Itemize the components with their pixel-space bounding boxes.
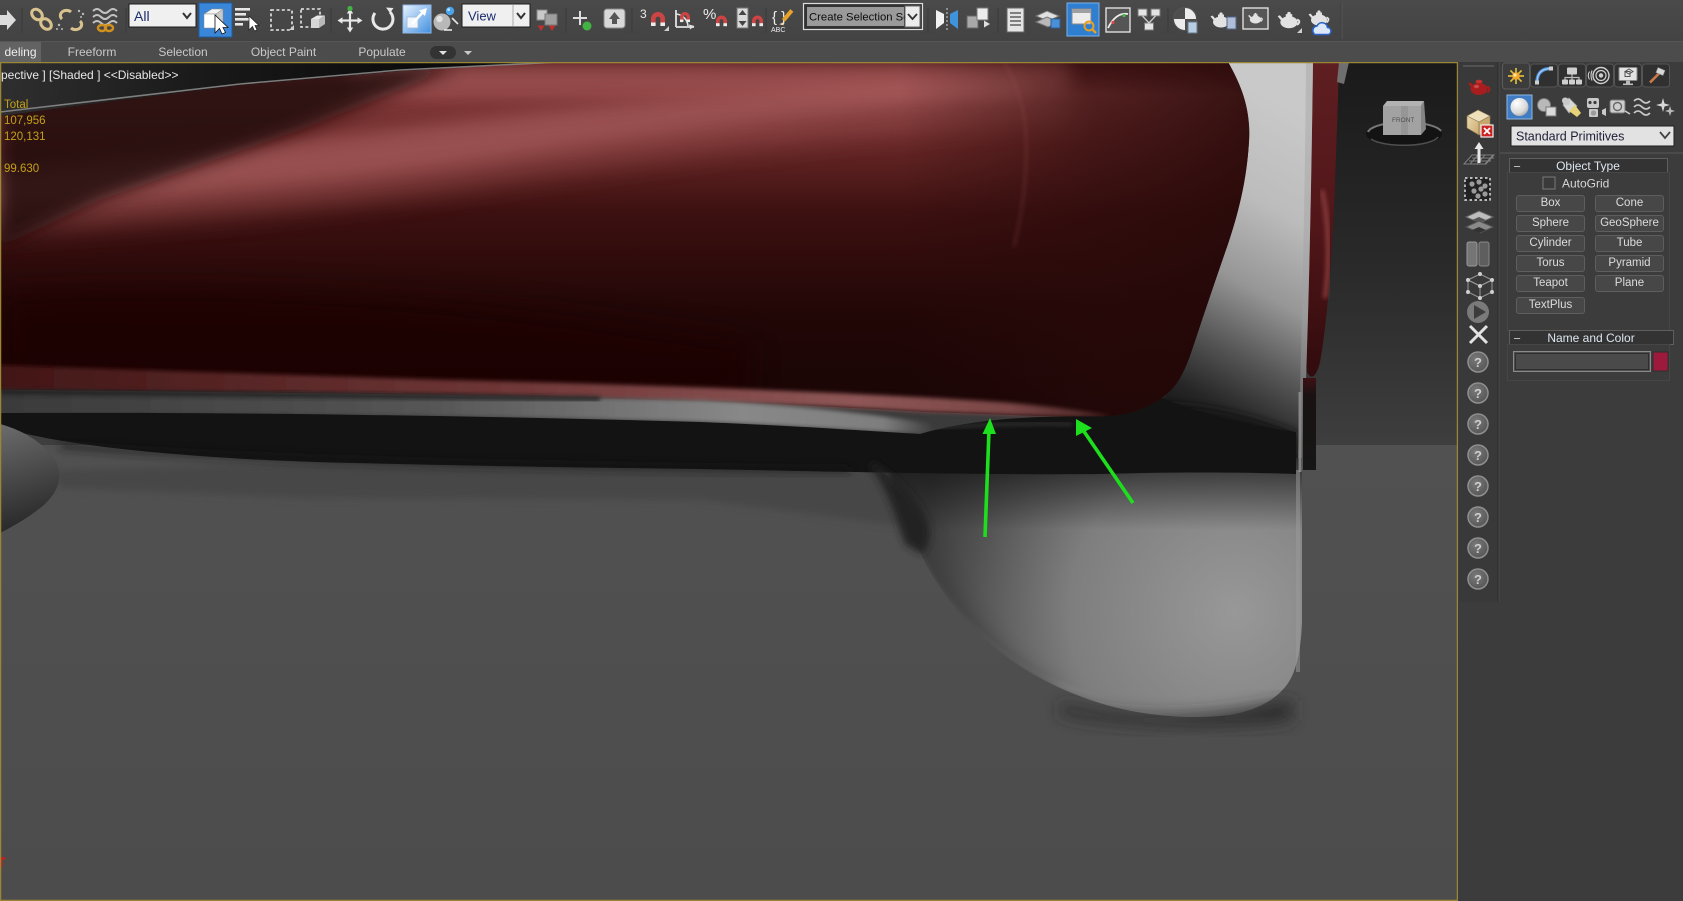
svg-text:120,131: 120,131 xyxy=(4,131,46,143)
svg-text:107,956: 107,956 xyxy=(4,115,46,127)
svg-text:3: 3 xyxy=(640,7,647,21)
svg-text:ABC: ABC xyxy=(771,27,785,34)
svg-text:Total: Total xyxy=(4,99,28,111)
svg-text:Create Selection Se: Create Selection Se xyxy=(809,12,909,24)
svg-text:99.630: 99.630 xyxy=(4,163,39,175)
svg-text:FRONT: FRONT xyxy=(1392,117,1414,124)
svg-text:View: View xyxy=(468,9,497,24)
svg-text:All: All xyxy=(134,8,150,24)
svg-text:%: % xyxy=(703,6,716,23)
svg-text:pective ] [Shaded ] <<Disable: pective ] [Shaded ] <<Disabled>> xyxy=(1,68,178,82)
